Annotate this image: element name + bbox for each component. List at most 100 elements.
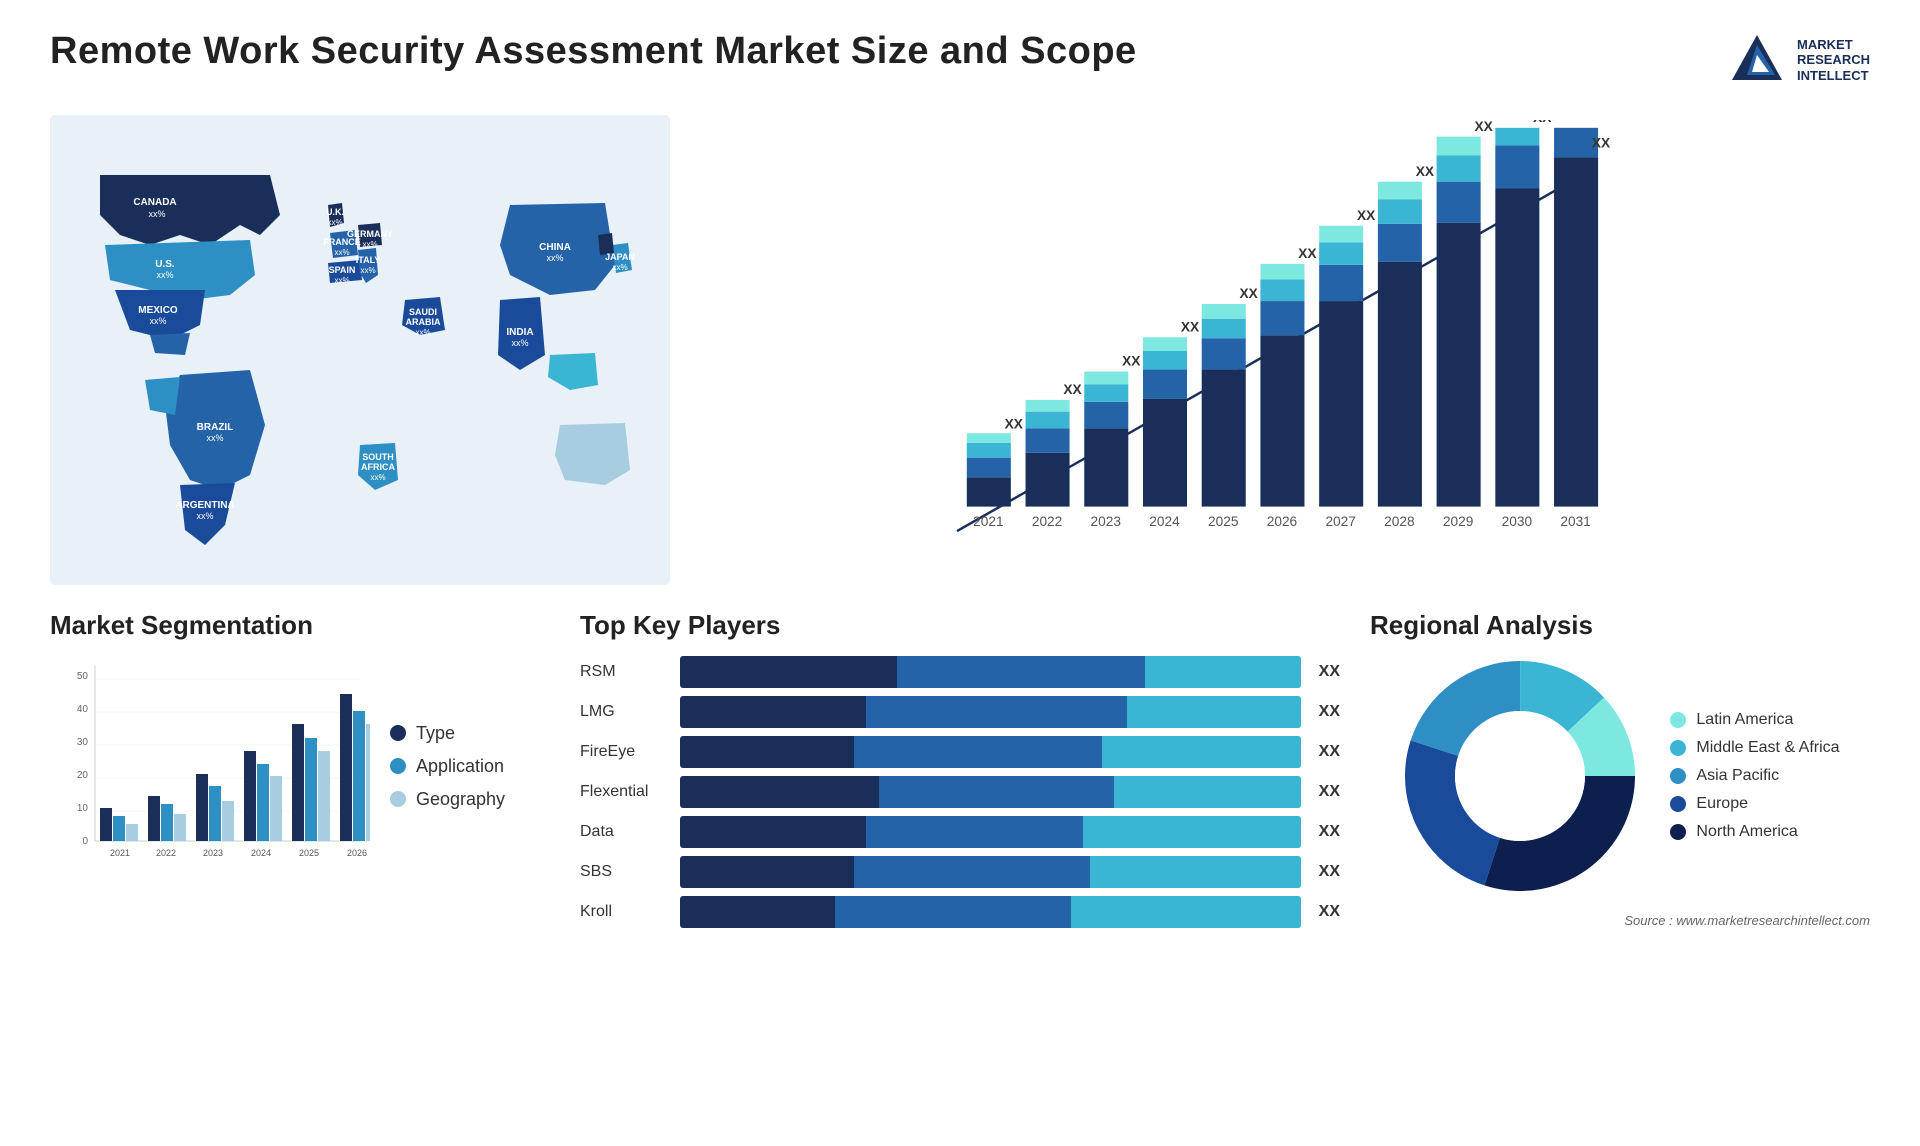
logo-icon bbox=[1727, 30, 1787, 90]
europe-dot bbox=[1670, 796, 1686, 812]
latin-dot bbox=[1670, 712, 1686, 728]
svg-text:2024: 2024 bbox=[251, 848, 271, 858]
svg-text:2021: 2021 bbox=[973, 514, 1003, 529]
asia-dot bbox=[1670, 768, 1686, 784]
player-bar-data bbox=[680, 816, 1301, 848]
svg-text:U.S.: U.S. bbox=[155, 259, 175, 270]
world-map-svg: CANADA xx% U.S. xx% MEXICO xx% BRAZIL xx… bbox=[50, 110, 670, 590]
svg-text:xx%: xx% bbox=[511, 338, 528, 348]
bar-seg3-flexential bbox=[1114, 776, 1300, 808]
svg-text:xx%: xx% bbox=[612, 263, 627, 272]
svg-text:XX: XX bbox=[1240, 286, 1259, 301]
svg-text:SOUTH: SOUTH bbox=[362, 452, 394, 462]
player-bar-sbs bbox=[680, 856, 1301, 888]
seg-legend: Type Application Geography bbox=[390, 723, 505, 810]
svg-text:ITALY: ITALY bbox=[356, 255, 381, 265]
player-name-fireeye: FireEye bbox=[580, 743, 670, 761]
svg-text:xx%: xx% bbox=[546, 253, 563, 263]
svg-text:xx%: xx% bbox=[206, 433, 223, 443]
player-row-rsm: RSM XX bbox=[580, 656, 1340, 688]
logo: MARKET RESEARCH INTELLECT bbox=[1727, 30, 1870, 90]
bar-seg3-kroll bbox=[1071, 896, 1301, 928]
reg-legend-asia: Asia Pacific bbox=[1670, 767, 1839, 785]
svg-text:XX: XX bbox=[1533, 120, 1552, 125]
svg-text:30: 30 bbox=[77, 737, 89, 748]
bar-seg1-lmg bbox=[680, 696, 866, 728]
bar-seg3-fireeye bbox=[1102, 736, 1301, 768]
svg-text:2029: 2029 bbox=[1443, 514, 1473, 529]
bar-seg2-rsm bbox=[897, 656, 1145, 688]
reg-legend-latin: Latin America bbox=[1670, 711, 1839, 729]
bar-seg1-data bbox=[680, 816, 866, 848]
legend-type: Type bbox=[390, 723, 505, 744]
svg-text:SAUDI: SAUDI bbox=[409, 307, 437, 317]
geography-dot bbox=[390, 791, 406, 807]
svg-text:xx%: xx% bbox=[334, 276, 349, 285]
svg-text:xx%: xx% bbox=[370, 473, 385, 482]
player-name-sbs: SBS bbox=[580, 863, 670, 881]
player-bar-lmg bbox=[680, 696, 1301, 728]
europe-label: Europe bbox=[1696, 795, 1748, 813]
seg-chart-svg: 0 10 20 30 40 50 bbox=[50, 656, 370, 876]
svg-text:2023: 2023 bbox=[203, 848, 223, 858]
svg-text:2022: 2022 bbox=[1032, 514, 1062, 529]
source-text: Source : www.marketresearchintellect.com bbox=[1624, 913, 1870, 928]
svg-text:2028: 2028 bbox=[1384, 514, 1415, 529]
svg-text:ARGENTINA: ARGENTINA bbox=[175, 500, 234, 511]
svg-text:xx%: xx% bbox=[334, 248, 349, 257]
svg-text:JAPAN: JAPAN bbox=[605, 252, 635, 262]
type-dot bbox=[390, 725, 406, 741]
svg-text:2031: 2031 bbox=[1560, 514, 1590, 529]
bar-seg1-flexential bbox=[680, 776, 879, 808]
player-bar-fireeye bbox=[680, 736, 1301, 768]
players-title: Top Key Players bbox=[580, 610, 1340, 641]
player-row-data: Data XX bbox=[580, 816, 1340, 848]
svg-text:2026: 2026 bbox=[1267, 514, 1298, 529]
asia-label: Asia Pacific bbox=[1696, 767, 1779, 785]
bar-seg1-kroll bbox=[680, 896, 835, 928]
seg-chart-container: 0 10 20 30 40 50 bbox=[50, 656, 550, 876]
geography-label: Geography bbox=[416, 789, 505, 810]
player-row-kroll: Kroll XX bbox=[580, 896, 1340, 928]
svg-text:xx%: xx% bbox=[360, 266, 375, 275]
svg-text:0: 0 bbox=[82, 836, 88, 847]
svg-text:2024: 2024 bbox=[1149, 514, 1180, 529]
svg-text:XX: XX bbox=[1063, 382, 1082, 397]
segmentation-section: Market Segmentation 0 10 20 30 40 50 bbox=[50, 610, 550, 928]
svg-text:xx%: xx% bbox=[415, 328, 430, 337]
player-xx-lmg: XX bbox=[1319, 703, 1340, 721]
type-label: Type bbox=[416, 723, 455, 744]
players-section: Top Key Players RSM XX LMG bbox=[580, 610, 1340, 928]
donut-svg bbox=[1400, 656, 1640, 896]
svg-text:XX: XX bbox=[1592, 135, 1611, 150]
player-xx-flexential: XX bbox=[1319, 783, 1340, 801]
svg-text:XX: XX bbox=[1474, 120, 1493, 134]
player-row-sbs: SBS XX bbox=[580, 856, 1340, 888]
svg-text:AFRICA: AFRICA bbox=[361, 462, 395, 472]
svg-text:GERMANY: GERMANY bbox=[347, 229, 393, 239]
svg-text:XX: XX bbox=[1416, 164, 1435, 179]
regional-section: Regional Analysis bbox=[1370, 610, 1870, 928]
bar-seg1-rsm bbox=[680, 656, 897, 688]
svg-text:2021: 2021 bbox=[110, 848, 130, 858]
player-name-flexential: Flexential bbox=[580, 783, 670, 801]
svg-text:MEXICO: MEXICO bbox=[138, 305, 178, 316]
donut-chart bbox=[1400, 656, 1640, 896]
bar-seg2-fireeye bbox=[854, 736, 1102, 768]
latin-label: Latin America bbox=[1696, 711, 1793, 729]
player-xx-rsm: XX bbox=[1319, 663, 1340, 681]
player-xx-sbs: XX bbox=[1319, 863, 1340, 881]
svg-text:XX: XX bbox=[1298, 246, 1317, 261]
regional-title: Regional Analysis bbox=[1370, 610, 1870, 641]
svg-text:xx%: xx% bbox=[327, 218, 342, 227]
svg-text:XX: XX bbox=[1005, 416, 1024, 431]
bar-chart-section: 2021 XX 2022 XX 2023 XX bbox=[690, 110, 1870, 590]
bar-seg3-lmg bbox=[1127, 696, 1301, 728]
svg-text:BRAZIL: BRAZIL bbox=[197, 422, 234, 433]
svg-text:U.K.: U.K. bbox=[326, 207, 344, 217]
svg-text:xx%: xx% bbox=[148, 209, 165, 219]
player-row-fireeye: FireEye XX bbox=[580, 736, 1340, 768]
legend-application: Application bbox=[390, 756, 505, 777]
bar-seg3-rsm bbox=[1145, 656, 1300, 688]
player-name-kroll: Kroll bbox=[580, 903, 670, 921]
